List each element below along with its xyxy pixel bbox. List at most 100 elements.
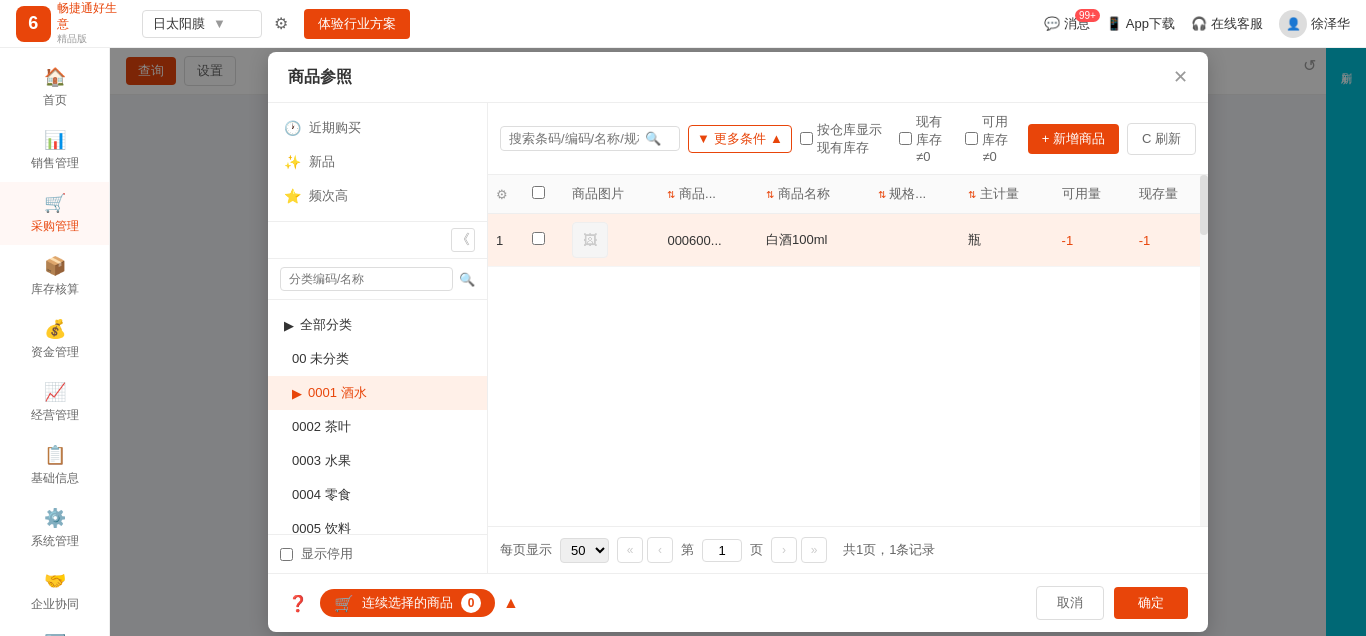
sidebar-item-business[interactable]: 📈 经营管理 <box>0 371 109 434</box>
cart-label: 连续选择的商品 <box>362 594 453 612</box>
category-unclassified[interactable]: 00 未分类 <box>268 342 487 376</box>
warehouse-checkbox[interactable] <box>800 132 813 145</box>
sidebar-item-basic-info[interactable]: 📋 基础信息 <box>0 434 109 497</box>
sidebar-item-enterprise[interactable]: 🤝 企业协同 <box>0 560 109 623</box>
category-liquor[interactable]: ▶ 0001 酒水 <box>268 376 487 410</box>
show-disabled-label[interactable]: 显示停用 <box>301 545 353 563</box>
help-icon[interactable]: ❓ <box>288 594 308 613</box>
product-search-icon[interactable]: 🔍 <box>645 131 661 146</box>
select-all-checkbox[interactable] <box>532 186 545 199</box>
next-page-button[interactable]: › <box>771 537 797 563</box>
modal-close-button[interactable]: ✕ <box>1173 66 1188 88</box>
cancel-button[interactable]: 取消 <box>1036 586 1104 620</box>
sort-spec-icon: ⇅ <box>878 189 886 200</box>
prev-page-button[interactable]: ‹ <box>647 537 673 563</box>
filter-stock-ne0-check[interactable]: 现有库存≠0 <box>899 113 953 164</box>
left-footer: 显示停用 <box>268 534 487 573</box>
row-available-cell: -1 <box>1054 214 1131 267</box>
mobile-icon: 📱 <box>1106 16 1122 31</box>
th-spec[interactable]: ⇅ 规格... <box>870 175 960 214</box>
collapse-left-panel-button[interactable]: 《 <box>451 228 475 252</box>
category-snack[interactable]: 0004 零食 <box>268 478 487 512</box>
product-search-input[interactable] <box>509 131 639 146</box>
messages-button[interactable]: 💬 消息 99+ <box>1044 15 1090 33</box>
right-panel: 🔍 ▼ 更多条件 ▲ 按仓库显示现有库存 <box>488 103 1208 573</box>
category-beverage[interactable]: 0005 饮料 <box>268 512 487 534</box>
stock-ne0-checkbox[interactable] <box>899 132 912 145</box>
page-input[interactable] <box>702 539 742 562</box>
app-download-button[interactable]: 📱 App下载 <box>1106 15 1175 33</box>
column-settings-icon[interactable]: ⚙ <box>496 187 508 202</box>
modal-header: 商品参照 ✕ <box>268 52 1208 103</box>
row-image-cell: 🖼 <box>564 214 659 267</box>
high-frequency-tab[interactable]: ⭐ 频次高 <box>268 179 487 213</box>
cart-selection[interactable]: 🛒 连续选择的商品 0 <box>320 589 495 617</box>
row-spec-cell <box>870 214 960 267</box>
product-table-area: ⚙ 商品图片 <box>488 175 1208 526</box>
page-size-select[interactable]: 50 <box>560 538 609 563</box>
total-info: 共1页，1条记录 <box>843 541 935 559</box>
category-search-icon[interactable]: 🔍 <box>459 272 475 287</box>
category-fruit[interactable]: 0003 水果 <box>268 444 487 478</box>
modal-footer: ❓ 🛒 连续选择的商品 0 ▲ 取消 确定 <box>268 573 1208 632</box>
row-stock-cell: -1 <box>1131 214 1208 267</box>
scrollbar-track <box>1200 175 1208 526</box>
message-badge: 99+ <box>1075 9 1100 22</box>
add-product-button[interactable]: + 新增商品 <box>1028 124 1119 154</box>
new-products-tab[interactable]: ✨ 新品 <box>268 145 487 179</box>
th-settings: ⚙ <box>488 175 524 214</box>
confirm-button[interactable]: 确定 <box>1114 587 1188 619</box>
modal-overlay: 商品参照 ✕ 🕐 近期购买 ✨ <box>110 48 1366 636</box>
category-search-input[interactable] <box>280 267 453 291</box>
filter-available-ne0-check[interactable]: 可用库存≠0 <box>965 113 1019 164</box>
page-nav: « ‹ 第 页 › » <box>617 537 827 563</box>
available-ne0-checkbox[interactable] <box>965 132 978 145</box>
table-row[interactable]: 1 🖼 <box>488 214 1208 267</box>
recent-purchases-tab[interactable]: 🕐 近期购买 <box>268 111 487 145</box>
user-menu[interactable]: 👤 徐泽华 <box>1279 10 1350 38</box>
sidebar-item-system[interactable]: ⚙️ 系统管理 <box>0 497 109 560</box>
footer-collapse-icon[interactable]: ▲ <box>503 594 519 612</box>
main-area: 查询 设置 ↺ ✕ ⤢ 刷新 商品参照 ✕ <box>110 48 1366 636</box>
product-toolbar: 🔍 ▼ 更多条件 ▲ 按仓库显示现有库存 <box>488 103 1208 175</box>
th-unit[interactable]: ⇅ 主计量 <box>960 175 1053 214</box>
filter-warehouse-check[interactable]: 按仓库显示现有库存 <box>800 121 887 157</box>
sidebar-item-finance[interactable]: 💰 资金管理 <box>0 308 109 371</box>
sidebar: 🏠 首页 📊 销售管理 🛒 采购管理 📦 库存核算 💰 资金管理 📈 经营管理 … <box>0 48 110 636</box>
active-arrow-icon: ▶ <box>292 386 302 401</box>
category-tea[interactable]: 0002 茶叶 <box>268 410 487 444</box>
sort-name-icon: ⇅ <box>766 189 774 200</box>
more-filter-button[interactable]: ▼ 更多条件 ▲ <box>688 125 792 153</box>
category-all[interactable]: ▶ 全部分类 <box>268 308 487 342</box>
message-icon: 💬 <box>1044 16 1060 31</box>
row-seq: 1 <box>488 214 524 267</box>
th-code[interactable]: ⇅ 商品... <box>659 175 758 214</box>
chevron-down-icon: ▼ <box>213 16 226 31</box>
pagination: 每页显示 50 « ‹ 第 页 › » <box>488 526 1208 573</box>
expand-icon: ▶ <box>284 318 294 333</box>
sidebar-item-inventory[interactable]: 📦 库存核算 <box>0 245 109 308</box>
cart-count: 0 <box>461 593 481 613</box>
online-service-button[interactable]: 🎧 在线客服 <box>1191 15 1263 33</box>
system-icon: ⚙️ <box>44 507 66 529</box>
sidebar-item-home[interactable]: 🏠 首页 <box>0 56 109 119</box>
th-name[interactable]: ⇅ 商品名称 <box>758 175 870 214</box>
chevron-up-icon: ▲ <box>770 131 783 146</box>
first-page-button[interactable]: « <box>617 537 643 563</box>
row-checkbox[interactable] <box>532 232 545 245</box>
store-selector[interactable]: 日太阳膜 ▼ <box>142 10 262 38</box>
scrollbar-thumb[interactable] <box>1200 175 1208 235</box>
sidebar-item-purchase[interactable]: 🛒 采购管理 <box>0 182 109 245</box>
refresh-button[interactable]: C 刷新 <box>1127 123 1196 155</box>
logo-icon: 6 <box>16 6 51 42</box>
th-stock: 现存量 <box>1131 175 1208 214</box>
settings-icon[interactable]: ⚙ <box>274 14 288 33</box>
page-word: 第 <box>677 541 698 559</box>
logo: 6 畅捷通好生意 精品版 <box>16 1 126 46</box>
trial-button[interactable]: 体验行业方案 <box>304 9 410 39</box>
show-disabled-checkbox[interactable] <box>280 548 293 561</box>
sidebar-item-sales[interactable]: 📊 销售管理 <box>0 119 109 182</box>
cart-icon: 🛒 <box>334 594 354 613</box>
sidebar-item-guide[interactable]: 🆕 新手引导 <box>0 623 109 636</box>
last-page-button[interactable]: » <box>801 537 827 563</box>
